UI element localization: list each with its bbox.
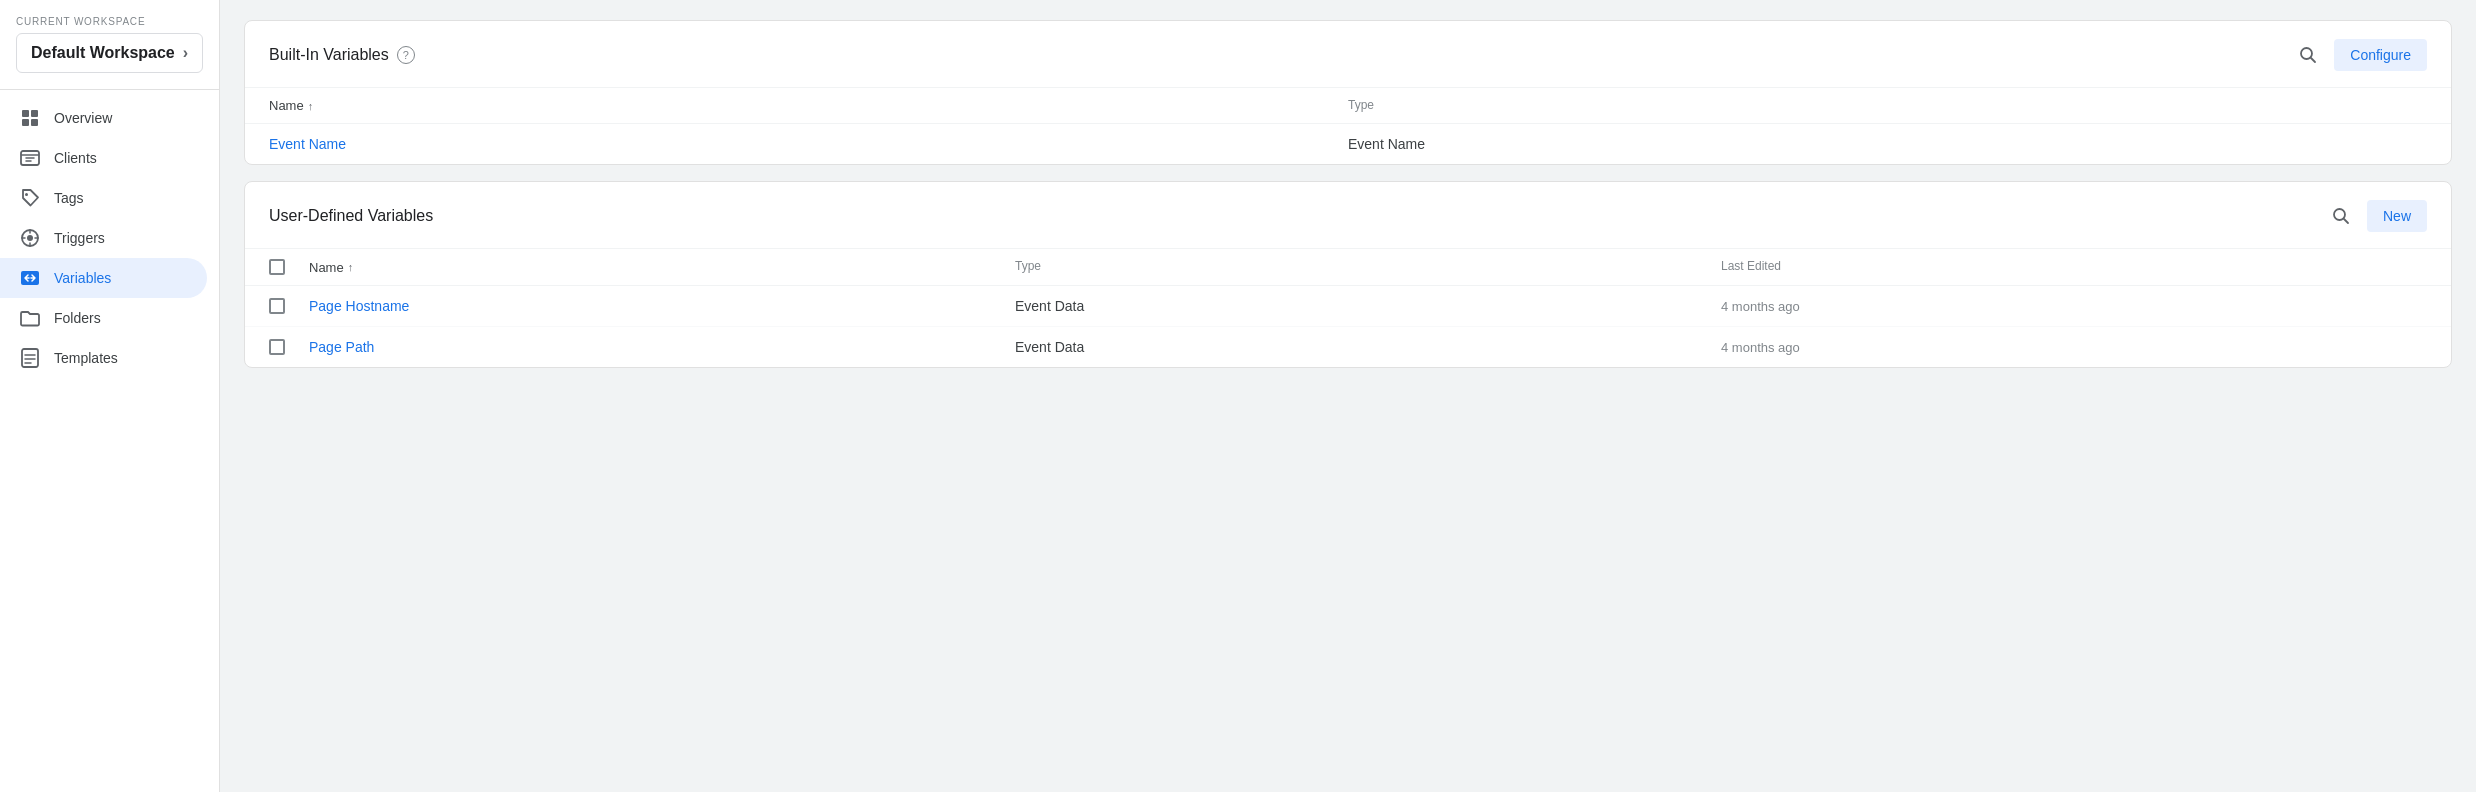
built-in-variable-name[interactable]: Event Name [269,136,1348,152]
built-in-variables-card: Built-In Variables ? Configure Name ↑ Ty… [244,20,2452,165]
sidebar-item-label-folders: Folders [54,310,101,326]
svg-point-11 [2334,209,2345,220]
triggers-icon [20,228,40,248]
workspace-name: Default Workspace [31,44,175,62]
row-checkbox-0[interactable] [269,298,285,314]
sidebar-item-overview[interactable]: Overview [0,98,207,138]
built-in-type-col-header: Type [1348,98,2427,113]
sidebar-item-label-clients: Clients [54,150,97,166]
main-content: Built-In Variables ? Configure Name ↑ Ty… [220,0,2476,792]
sidebar-item-label-tags: Tags [54,190,84,206]
svg-rect-3 [31,119,38,126]
sidebar-item-label-triggers: Triggers [54,230,105,246]
svg-rect-9 [22,349,38,367]
workspace-section: CURRENT WORKSPACE Default Workspace › [0,16,219,90]
svg-point-10 [2301,48,2312,59]
nav-list: Overview Clients Tags [0,98,219,378]
sidebar-item-clients[interactable]: Clients [0,138,207,178]
user-defined-type-col-header: Type [1015,259,1721,275]
current-workspace-label: CURRENT WORKSPACE [16,16,203,27]
built-in-table-header: Name ↑ Type [245,88,2451,124]
folders-icon [20,308,40,328]
row-checkbox-1[interactable] [269,339,285,355]
built-in-variables-title: Built-In Variables ? [269,46,415,64]
svg-rect-2 [22,119,29,126]
built-in-variables-actions: Configure [2294,39,2427,71]
sidebar-item-folders[interactable]: Folders [0,298,207,338]
user-defined-variables-header: User-Defined Variables New [245,182,2451,249]
built-in-variable-type: Event Name [1348,136,2427,152]
user-defined-search-button[interactable] [2327,202,2355,230]
svg-rect-1 [31,110,38,117]
svg-rect-8 [21,271,39,285]
overview-icon [20,108,40,128]
sidebar-item-tags[interactable]: Tags [0,178,207,218]
sidebar-item-templates[interactable]: Templates [0,338,207,378]
sidebar-item-variables[interactable]: Variables [0,258,207,298]
svg-point-5 [25,193,28,196]
new-variable-button[interactable]: New [2367,200,2427,232]
sidebar-item-label-overview: Overview [54,110,112,126]
built-in-variables-header: Built-In Variables ? Configure [245,21,2451,88]
sidebar-item-label-templates: Templates [54,350,118,366]
user-defined-variables-card: User-Defined Variables New Name ↑ [244,181,2452,368]
templates-icon [20,348,40,368]
user-defined-table-header: Name ↑ Type Last Edited [245,249,2451,286]
table-row: Page Hostname Event Data 4 months ago [245,286,2451,327]
sidebar: CURRENT WORKSPACE Default Workspace › Ov… [0,0,220,792]
clients-icon [20,148,40,168]
svg-rect-0 [22,110,29,117]
user-defined-last-edited-col-header: Last Edited [1721,259,2427,275]
workspace-button[interactable]: Default Workspace › [16,33,203,73]
select-all-checkbox[interactable] [269,259,285,275]
built-in-search-button[interactable] [2294,41,2322,69]
table-row: Page Path Event Data 4 months ago [245,327,2451,367]
user-defined-variable-type-1: Event Data [1015,339,1721,355]
user-defined-variables-actions: New [2327,200,2427,232]
svg-point-7 [27,235,33,241]
user-defined-variable-name-0[interactable]: Page Hostname [309,298,1015,314]
help-icon[interactable]: ? [397,46,415,64]
sidebar-item-label-variables: Variables [54,270,111,286]
tags-icon [20,188,40,208]
configure-button[interactable]: Configure [2334,39,2427,71]
sidebar-item-triggers[interactable]: Triggers [0,218,207,258]
sort-arrow-icon: ↑ [308,100,314,112]
user-defined-variables-title: User-Defined Variables [269,207,433,225]
built-in-name-col-header: Name ↑ [269,98,1348,113]
user-defined-variable-name-1[interactable]: Page Path [309,339,1015,355]
user-defined-name-col-header: Name ↑ [309,259,1015,275]
built-in-table-row: Event Name Event Name [245,124,2451,164]
user-defined-variable-edited-0: 4 months ago [1721,299,2427,314]
user-defined-variable-edited-1: 4 months ago [1721,340,2427,355]
chevron-right-icon: › [183,44,188,62]
user-defined-variable-type-0: Event Data [1015,298,1721,314]
user-defined-sort-arrow-icon: ↑ [348,261,354,273]
variables-icon [20,268,40,288]
